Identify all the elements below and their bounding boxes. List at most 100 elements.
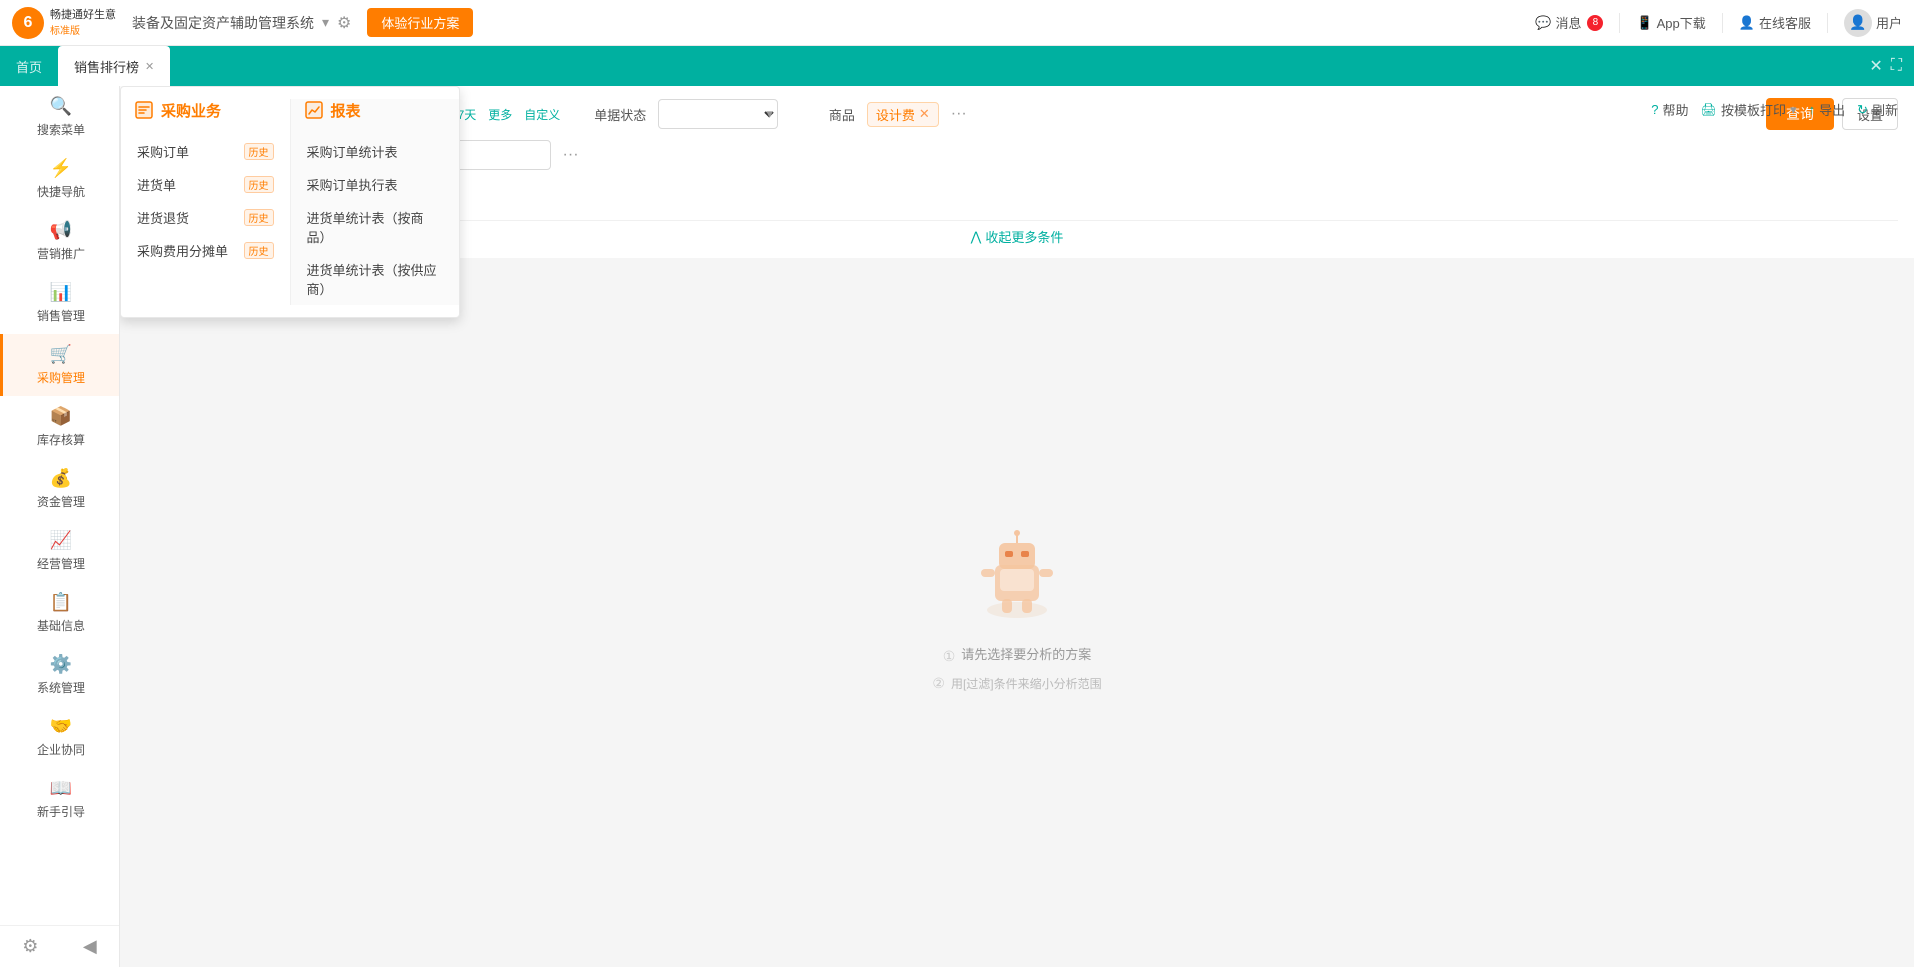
sidebar-label-inventory: 库存核算 (37, 431, 85, 448)
dropdown-item-purchase-order-exec[interactable]: 采购订单执行表 (303, 168, 448, 201)
app-download-btn[interactable]: 📱 App下载 (1636, 13, 1705, 32)
sidebar-item-basic-info[interactable]: 📋 基础信息 (0, 582, 119, 644)
sidebar-item-inventory[interactable]: 📦 库存核算 (0, 396, 119, 458)
sidebar-item-operations[interactable]: 📈 经营管理 (0, 520, 119, 582)
sidebar-item-marketing[interactable]: 📢 营销推广 (0, 210, 119, 272)
goods-tag-text: 设计费 (876, 105, 915, 124)
dropdown-item-stock-in-stat-supplier[interactable]: 进货单统计表（按供应商） (303, 253, 448, 305)
sidebar-label-search: 搜索菜单 (37, 121, 85, 138)
logo-text-main: 畅捷通好生意 (50, 8, 116, 22)
sidebar-label-purchase: 采购管理 (37, 369, 85, 386)
dropdown-menu: 采购业务 采购订单 历史 进货单 历史 进货退货 历史 (120, 86, 460, 318)
tab-home[interactable]: 首页 (0, 46, 58, 86)
dropdown-label-purchase-order-exec: 采购订单执行表 (307, 175, 398, 194)
sidebar: 🔍 搜索菜单 ⚡ 快捷导航 📢 营销推广 📊 销售管理 🛒 采购管理 📦 库存核… (0, 86, 120, 967)
sidebar-bottom: ⚙ ◀ (0, 925, 119, 967)
empty-hint-1-row: ① 请先选择要分析的方案 (943, 644, 1092, 669)
main-layout: 🔍 搜索菜单 ⚡ 快捷导航 📢 营销推广 📊 销售管理 🛒 采购管理 📦 库存核… (0, 86, 1914, 967)
sidebar-item-purchase[interactable]: 🛒 采购管理 (0, 334, 119, 396)
inventory-icon: 📦 (50, 406, 72, 427)
sidebar-label-nav: 快捷导航 (37, 183, 85, 200)
dropdown-label-return: 进货退货 (137, 208, 189, 227)
dropdown-item-purchase-order[interactable]: 采购订单 历史 (133, 135, 278, 168)
dropdown-item-expense[interactable]: 采购费用分摊单 历史 (133, 234, 278, 267)
dropdown-label-stock-in: 进货单 (137, 175, 176, 194)
system-title-area: 装备及固定资产辅助管理系统 ▾ ⚙ 体验行业方案 (132, 8, 1535, 37)
report-icon (303, 99, 325, 121)
print-btn[interactable]: 🖨 按模板打印 ▾ (1701, 100, 1797, 119)
tab-fullscreen-icon[interactable]: ⛶ (1891, 57, 1902, 75)
sidebar-label-finance: 资金管理 (37, 493, 85, 510)
goods-label: 商品 (801, 105, 855, 124)
sidebar-label-cooperation: 企业协同 (37, 741, 85, 758)
tab-close-window-icon[interactable]: ✕ (1869, 56, 1882, 76)
content-area: 采购业务 采购订单 历史 进货单 历史 进货退货 历史 (120, 86, 1914, 967)
dropdown-badge-purchase-order: 历史 (244, 143, 274, 160)
notification-badge: 8 (1587, 15, 1603, 31)
sidebar-item-system[interactable]: ⚙️ 系统管理 (0, 644, 119, 706)
sidebar-item-finance[interactable]: 💰 资金管理 (0, 458, 119, 520)
goods-tag: 设计费 ✕ (867, 102, 939, 127)
help-icon: ? (1651, 102, 1658, 117)
voucher-status-select[interactable] (658, 99, 778, 129)
dropdown-badge-stock-in: 历史 (244, 176, 274, 193)
message-icon: 💬 (1535, 15, 1551, 31)
divider-3 (1827, 13, 1828, 33)
user-btn[interactable]: 👤 用户 (1844, 9, 1902, 37)
shortcut-custom[interactable]: 自定义 (520, 104, 564, 125)
export-btn[interactable]: ↑ 导出 (1809, 100, 1846, 119)
refresh-label: 刷新 (1872, 100, 1898, 119)
tab-bar: 首页 销售排行榜 ✕ ✕ ⛶ (0, 46, 1914, 86)
empty-hint-2-bullet: ② (932, 675, 945, 692)
dropdown-label-stock-in-stat-supplier: 进货单统计表（按供应商） (307, 260, 444, 298)
avatar: 👤 (1844, 9, 1872, 37)
dropdown-item-return[interactable]: 进货退货 历史 (133, 201, 278, 234)
notification-btn[interactable]: 💬 消息 8 (1535, 13, 1603, 32)
sidebar-item-guide[interactable]: 📖 新手引导 (0, 768, 119, 830)
sidebar-item-sales[interactable]: 📊 销售管理 (0, 272, 119, 334)
sidebar-item-search[interactable]: 🔍 搜索菜单 (0, 86, 119, 148)
voucher-status-label: 单据状态 (592, 105, 646, 124)
settings-icon[interactable]: ⚙ (337, 13, 351, 33)
dropdown-columns: 采购业务 采购订单 历史 进货单 历史 进货退货 历史 (121, 99, 459, 305)
sidebar-collapse-btn[interactable]: ◀ (83, 936, 97, 957)
tab-sales-ranking[interactable]: 销售排行榜 ✕ (58, 46, 170, 86)
print-dropdown-icon[interactable]: ▾ (1790, 102, 1797, 118)
collapse-btn-label: 收起更多条件 (985, 227, 1063, 246)
app-download-label: App下载 (1657, 13, 1706, 32)
dropdown-item-purchase-order-stat[interactable]: 采购订单统计表 (303, 135, 448, 168)
toolbar-right: ? 帮助 🖨 按模板打印 ▾ ↑ 导出 ↻ 刷新 (1651, 100, 1898, 119)
dropdown-item-stock-in-stat-goods[interactable]: 进货单统计表（按商品） (303, 201, 448, 253)
header-right: 💬 消息 8 📱 App下载 👤 在线客服 👤 用户 (1535, 9, 1902, 37)
refresh-btn[interactable]: ↻ 刷新 (1857, 100, 1898, 119)
print-label: 按模板打印 (1721, 100, 1786, 119)
dropdown-label-expense: 采购费用分摊单 (137, 241, 228, 260)
online-service-btn[interactable]: 👤 在线客服 (1739, 13, 1811, 32)
salesperson-more-dots[interactable]: ··· (563, 146, 579, 164)
basic-info-icon: 📋 (50, 592, 72, 613)
help-btn[interactable]: ? 帮助 (1651, 100, 1688, 119)
divider-1 (1619, 13, 1620, 33)
goods-more-dots[interactable]: ··· (951, 105, 967, 123)
tab-home-label: 首页 (16, 57, 42, 76)
sidebar-item-nav[interactable]: ⚡ 快捷导航 (0, 148, 119, 210)
sidebar-settings-btn[interactable]: ⚙ (22, 936, 38, 957)
sidebar-item-cooperation[interactable]: 🤝 企业协同 (0, 706, 119, 768)
logo-text: 畅捷通好生意 标准版 (50, 8, 116, 37)
export-label: 导出 (1819, 100, 1845, 119)
title-dropdown-arrow[interactable]: ▾ (322, 14, 329, 31)
sidebar-label-guide: 新手引导 (37, 803, 85, 820)
dropdown-item-stock-in[interactable]: 进货单 历史 (133, 168, 278, 201)
sidebar-label-basic-info: 基础信息 (37, 617, 85, 634)
industry-btn[interactable]: 体验行业方案 (367, 8, 473, 37)
shortcut-more[interactable]: 更多 (484, 104, 516, 125)
sidebar-label-sales: 销售管理 (37, 307, 85, 324)
finance-icon: 💰 (50, 468, 72, 489)
dropdown-col-purchase: 采购业务 采购订单 历史 进货单 历史 进货退货 历史 (121, 99, 290, 305)
empty-illustration (967, 525, 1067, 628)
tab-close-icon[interactable]: ✕ (145, 60, 154, 73)
user-label: 用户 (1876, 13, 1902, 32)
sidebar-label-system: 系统管理 (37, 679, 85, 696)
goods-tag-close[interactable]: ✕ (919, 106, 930, 122)
empty-hint-1: 请先选择要分析的方案 (961, 644, 1091, 663)
